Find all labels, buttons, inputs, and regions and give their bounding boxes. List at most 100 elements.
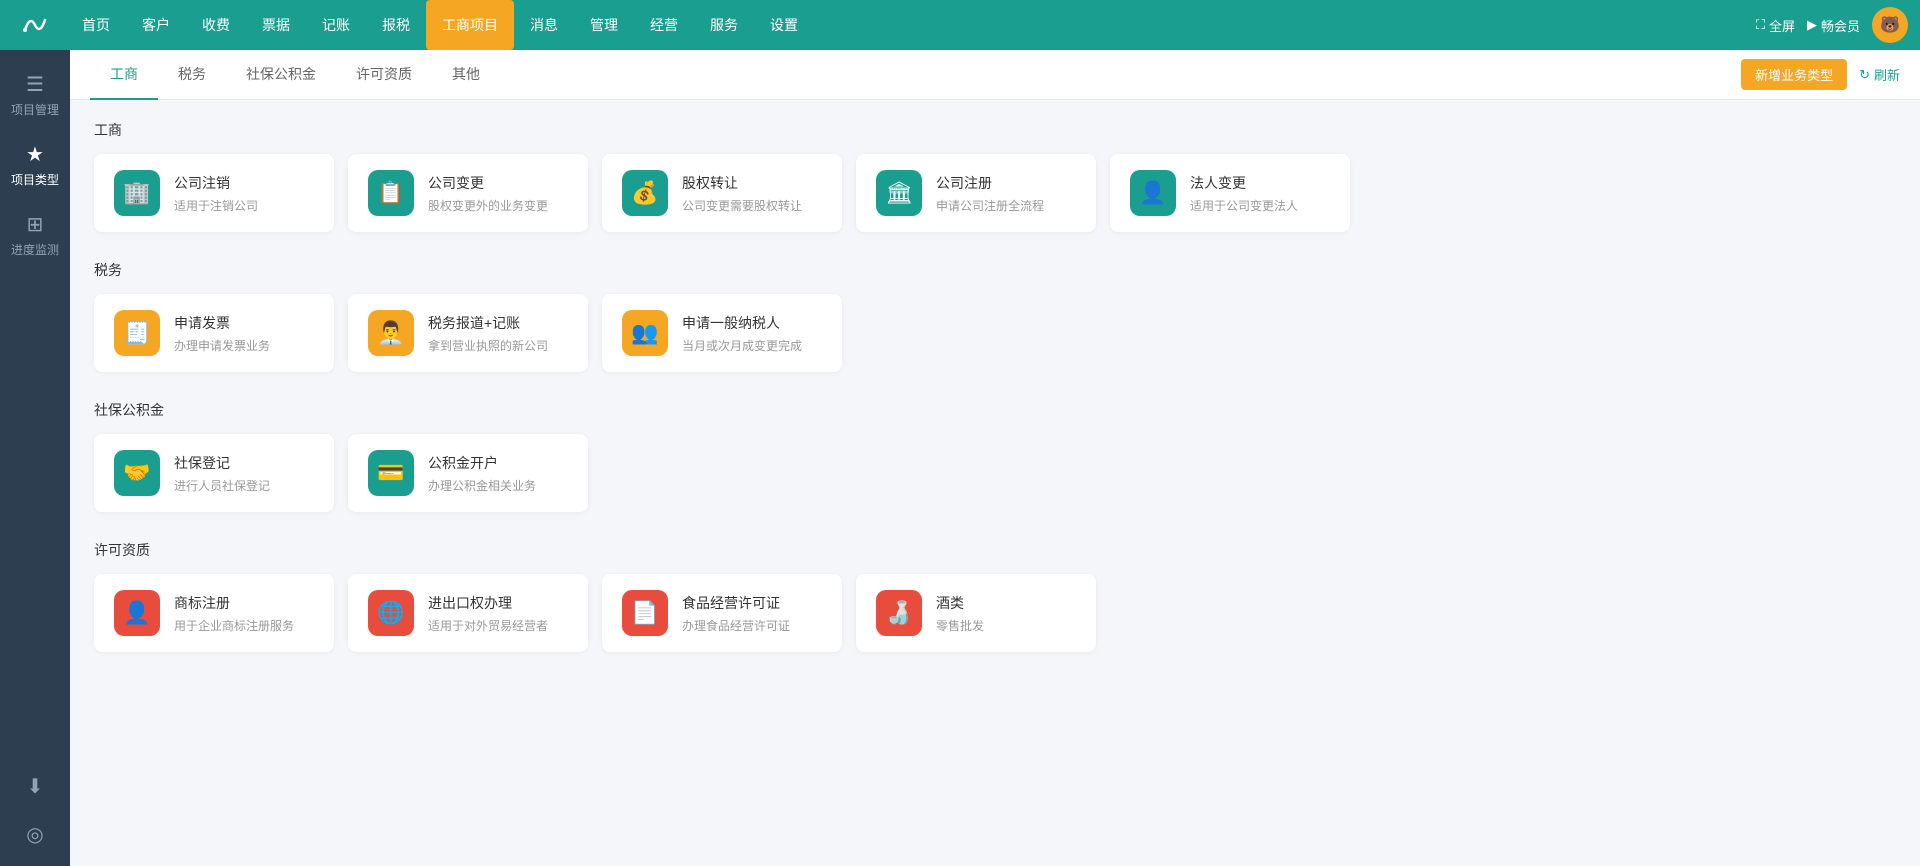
card-title-food-license: 食品经营许可证 [682,593,790,613]
sidebar-item-project-manage[interactable]: ☰ 项目管理 [0,60,70,130]
nav-accounting[interactable]: 记账 [306,0,366,50]
card-icon-apply-invoice: 🧾 [114,310,160,356]
nav-client[interactable]: 客户 [126,0,186,50]
card-title-trademark: 商标注册 [174,593,294,613]
cards-grid-tax: 🧾 申请发票 办理申请发票业务 👨‍💼 税务报道+记账 拿到营业执照的新公司 👥 [94,294,1896,372]
sidebar-item-label-project-type: 项目类型 [11,171,59,188]
nav-tax-report[interactable]: 报税 [366,0,426,50]
nav-fee[interactable]: 收费 [186,0,246,50]
card-title-legal-person-change: 法人变更 [1190,173,1298,193]
main-layout: ☰ 项目管理 ★ 项目类型 ⊞ 进度监测 ⬇ ◎ 工商 税务 社保公积金 许可资… [0,50,1920,866]
card-icon-housing-fund: 💳 [368,450,414,496]
card-import-export[interactable]: 🌐 进出口权办理 适用于对外贸易经营者 [348,574,588,652]
content-area: 工商 税务 社保公积金 许可资质 其他 新增业务类型 ↻ 刷新 工商 🏢 [70,50,1920,866]
card-desc-trademark: 用于企业商标注册服务 [174,617,294,634]
nav-business[interactable]: 工商项目 [426,0,514,50]
nav-home[interactable]: 首页 [66,0,126,50]
progress-icon: ⊞ [27,212,44,237]
nav-manage[interactable]: 管理 [574,0,634,50]
tab-license[interactable]: 许可资质 [336,50,432,100]
nav-menu: 首页 客户 收费 票据 记账 报税 工商项目 消息 管理 经营 服务 设置 [66,0,1756,50]
fullscreen-icon: ⛶ [1756,17,1765,33]
card-desc-food-license: 办理食品经营许可证 [682,617,790,634]
card-tax-report[interactable]: 👨‍💼 税务报道+记账 拿到营业执照的新公司 [348,294,588,372]
sidebar-item-label-project-manage: 项目管理 [11,101,59,118]
nav-service[interactable]: 服务 [694,0,754,50]
vip-icon: ▶ [1807,17,1817,33]
card-desc-general-taxpayer: 当月或次月成变更完成 [682,337,802,354]
nav-right-area: ⛶ 全屏 ▶ 畅会员 🐻 [1756,7,1908,43]
project-manage-icon: ☰ [26,72,44,97]
card-icon-company-register: 🏛 [876,170,922,216]
card-desc-alcohol: 零售批发 [936,617,984,634]
card-icon-legal-person-change: 👤 [1130,170,1176,216]
card-company-register[interactable]: 🏛 公司注册 申请公司注册全流程 [856,154,1096,232]
sidebar-item-progress[interactable]: ⊞ 进度监测 [0,200,70,270]
app-logo [12,0,58,50]
fullscreen-btn[interactable]: ⛶ 全屏 [1756,16,1795,35]
card-icon-company-cancel: 🏢 [114,170,160,216]
card-icon-social-insurance: 🤝 [114,450,160,496]
sidebar-item-label-progress: 进度监测 [11,241,59,258]
sidebar-item-project-type[interactable]: ★ 项目类型 [0,130,70,200]
card-icon-general-taxpayer: 👥 [622,310,668,356]
card-company-cancel[interactable]: 🏢 公司注销 适用于注销公司 [94,154,334,232]
card-trademark[interactable]: 👤 商标注册 用于企业商标注册服务 [94,574,334,652]
card-food-license[interactable]: 📄 食品经营许可证 办理食品经营许可证 [602,574,842,652]
card-equity-transfer[interactable]: 💰 股权转让 公司变更需要股权转让 [602,154,842,232]
tab-tax[interactable]: 税务 [158,50,226,100]
card-alcohol[interactable]: 🍶 酒类 零售批发 [856,574,1096,652]
card-desc-legal-person-change: 适用于公司变更法人 [1190,197,1298,214]
sidebar: ☰ 项目管理 ★ 项目类型 ⊞ 进度监测 ⬇ ◎ [0,50,70,866]
card-icon-equity-transfer: 💰 [622,170,668,216]
card-desc-apply-invoice: 办理申请发票业务 [174,337,270,354]
card-title-apply-invoice: 申请发票 [174,313,270,333]
location-icon[interactable]: ◎ [15,814,55,854]
fullscreen-label: 全屏 [1769,16,1795,35]
card-title-general-taxpayer: 申请一般纳税人 [682,313,802,333]
card-legal-person-change[interactable]: 👤 法人变更 适用于公司变更法人 [1110,154,1350,232]
nav-message[interactable]: 消息 [514,0,574,50]
card-desc-tax-report: 拿到营业执照的新公司 [428,337,548,354]
card-title-equity-transfer: 股权转让 [682,173,802,193]
vip-label: 畅会员 [1821,16,1860,35]
refresh-icon: ↻ [1859,67,1870,83]
sidebar-bottom: ⬇ ◎ [15,766,55,854]
card-housing-fund[interactable]: 💳 公积金开户 办理公积金相关业务 [348,434,588,512]
card-desc-company-register: 申请公司注册全流程 [936,197,1044,214]
add-type-button[interactable]: 新增业务类型 [1741,59,1847,90]
top-nav: 首页 客户 收费 票据 记账 报税 工商项目 消息 管理 经营 服务 设置 ⛶ … [0,0,1920,50]
card-social-insurance[interactable]: 🤝 社保登记 进行人员社保登记 [94,434,334,512]
card-desc-company-cancel: 适用于注销公司 [174,197,258,214]
tab-bar: 工商 税务 社保公积金 许可资质 其他 新增业务类型 ↻ 刷新 [70,50,1920,100]
card-icon-food-license: 📄 [622,590,668,636]
card-general-taxpayer[interactable]: 👥 申请一般纳税人 当月或次月成变更完成 [602,294,842,372]
tab-social-security[interactable]: 社保公积金 [226,50,336,100]
tab-business[interactable]: 工商 [90,50,158,100]
card-apply-invoice[interactable]: 🧾 申请发票 办理申请发票业务 [94,294,334,372]
nav-settings[interactable]: 设置 [754,0,814,50]
card-title-company-change: 公司变更 [428,173,548,193]
mascot-avatar[interactable]: 🐻 [1872,7,1908,43]
card-company-change[interactable]: 📋 公司变更 股权变更外的业务变更 [348,154,588,232]
cards-grid-business: 🏢 公司注销 适用于注销公司 📋 公司变更 股权变更外的业务变更 💰 [94,154,1896,232]
refresh-button[interactable]: ↻ 刷新 [1859,65,1900,84]
nav-operation[interactable]: 经营 [634,0,694,50]
vip-btn[interactable]: ▶ 畅会员 [1807,16,1860,35]
download-icon[interactable]: ⬇ [15,766,55,806]
section-title-business: 工商 [94,120,1896,140]
card-title-housing-fund: 公积金开户 [428,453,536,473]
tab-other[interactable]: 其他 [432,50,500,100]
card-title-company-cancel: 公司注销 [174,173,258,193]
card-title-company-register: 公司注册 [936,173,1044,193]
card-desc-social-insurance: 进行人员社保登记 [174,477,270,494]
card-title-social-insurance: 社保登记 [174,453,270,473]
nav-bill[interactable]: 票据 [246,0,306,50]
card-icon-tax-report: 👨‍💼 [368,310,414,356]
cards-grid-license: 👤 商标注册 用于企业商标注册服务 🌐 进出口权办理 适用于对外贸易经营者 📄 [94,574,1896,652]
card-desc-housing-fund: 办理公积金相关业务 [428,477,536,494]
scroll-content: 工商 🏢 公司注销 适用于注销公司 📋 公司变更 股权变更外的业务变更 [70,100,1920,866]
refresh-label: 刷新 [1874,65,1900,84]
card-desc-company-change: 股权变更外的业务变更 [428,197,548,214]
card-title-import-export: 进出口权办理 [428,593,548,613]
